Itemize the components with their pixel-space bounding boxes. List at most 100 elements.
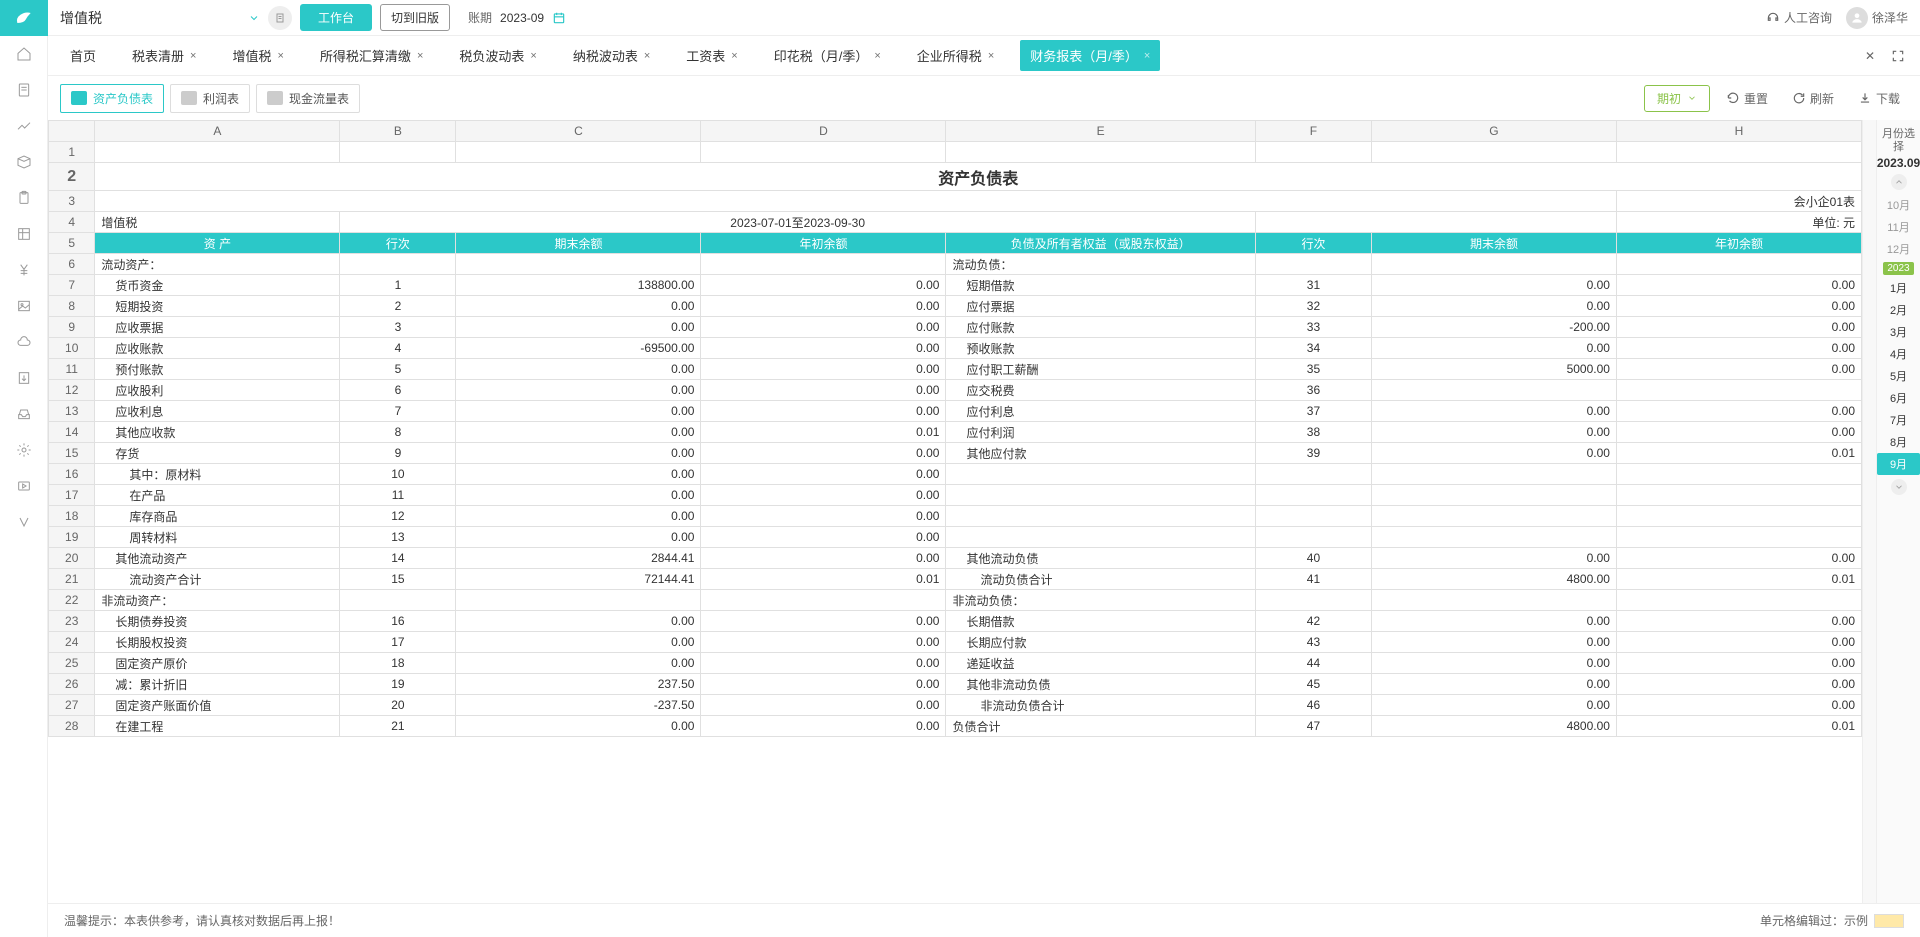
row-header[interactable]: 26 — [49, 674, 95, 695]
cell[interactable]: 流动负债： — [946, 254, 1255, 275]
cell[interactable]: 7 — [340, 401, 456, 422]
nav-settings-icon[interactable] — [0, 432, 48, 468]
user-menu[interactable]: 徐泽华 — [1846, 7, 1908, 29]
tab[interactable]: 税表清册× — [122, 40, 206, 71]
tab[interactable]: 企业所得税× — [907, 40, 1004, 71]
cell[interactable]: 0.01 — [1616, 443, 1861, 464]
calendar-icon[interactable] — [552, 11, 566, 25]
nav-home-icon[interactable] — [0, 36, 48, 72]
cell[interactable]: 15 — [340, 569, 456, 590]
nav-cloud-icon[interactable] — [0, 324, 48, 360]
cell[interactable] — [456, 142, 701, 163]
cell[interactable]: 0.00 — [456, 380, 701, 401]
cell[interactable] — [946, 142, 1255, 163]
cell[interactable]: 0.00 — [456, 422, 701, 443]
reset-button[interactable]: 重置 — [1718, 86, 1776, 111]
cell[interactable]: 0.00 — [456, 317, 701, 338]
cell[interactable] — [1371, 590, 1616, 611]
tab-close-icon[interactable]: × — [988, 50, 994, 62]
tab[interactable]: 增值税× — [222, 40, 293, 71]
cell[interactable]: 负债及所有者权益（或股东权益） — [946, 233, 1255, 254]
row-header[interactable]: 6 — [49, 254, 95, 275]
cell[interactable]: 0.00 — [1616, 338, 1861, 359]
cell[interactable]: 应收账款 — [95, 338, 340, 359]
cell[interactable]: 0.00 — [701, 674, 946, 695]
cell[interactable] — [1371, 527, 1616, 548]
nav-yen-icon[interactable] — [0, 252, 48, 288]
cell[interactable]: 0.00 — [1371, 443, 1616, 464]
row-header[interactable]: 24 — [49, 632, 95, 653]
cell[interactable]: 10 — [340, 464, 456, 485]
cell[interactable]: 38 — [1255, 422, 1371, 443]
cell[interactable]: 0.00 — [701, 611, 946, 632]
cell[interactable]: 0.00 — [701, 506, 946, 527]
cell[interactable]: 增值税 — [95, 212, 340, 233]
cell[interactable]: 0.00 — [701, 275, 946, 296]
tab[interactable]: 工资表× — [676, 40, 747, 71]
refresh-button[interactable]: 刷新 — [1784, 86, 1842, 111]
nav-form-icon[interactable] — [0, 216, 48, 252]
cell[interactable]: 0.00 — [701, 653, 946, 674]
cell[interactable]: 减：累计折旧 — [95, 674, 340, 695]
cell[interactable]: 会小企01表 — [1616, 191, 1861, 212]
cell[interactable]: 在产品 — [95, 485, 340, 506]
cell[interactable]: 36 — [1255, 380, 1371, 401]
cell[interactable] — [1371, 254, 1616, 275]
nav-inbox-icon[interactable] — [0, 396, 48, 432]
cell[interactable]: 0.00 — [1371, 674, 1616, 695]
cell[interactable] — [1616, 527, 1861, 548]
cell[interactable]: 其他应收款 — [95, 422, 340, 443]
cell[interactable]: 0.00 — [1371, 296, 1616, 317]
cell[interactable]: 1 — [340, 275, 456, 296]
row-header[interactable]: 25 — [49, 653, 95, 674]
cell[interactable] — [1616, 254, 1861, 275]
cell[interactable] — [1616, 506, 1861, 527]
month-item[interactable]: 11月 — [1887, 216, 1909, 238]
cell[interactable]: 应收票据 — [95, 317, 340, 338]
nav-chart-icon[interactable] — [0, 108, 48, 144]
cell[interactable]: 35 — [1255, 359, 1371, 380]
cell[interactable]: 负债合计 — [946, 716, 1255, 737]
cell[interactable]: 0.00 — [1371, 632, 1616, 653]
switch-old-button[interactable]: 切到旧版 — [380, 4, 450, 31]
nav-box-icon[interactable] — [0, 144, 48, 180]
cell[interactable]: 20 — [340, 695, 456, 716]
cell[interactable]: 在建工程 — [95, 716, 340, 737]
row-header[interactable]: 13 — [49, 401, 95, 422]
cell[interactable]: 34 — [1255, 338, 1371, 359]
row-header[interactable]: 27 — [49, 695, 95, 716]
row-header[interactable]: 3 — [49, 191, 95, 212]
cell[interactable]: 应付账款 — [946, 317, 1255, 338]
cell[interactable] — [1371, 380, 1616, 401]
cell[interactable]: 37 — [1255, 401, 1371, 422]
month-item[interactable]: 5月 — [1890, 365, 1907, 387]
cell[interactable]: 0.00 — [1616, 695, 1861, 716]
month-item[interactable]: 8月 — [1890, 431, 1907, 453]
col-header[interactable]: E — [946, 121, 1255, 142]
cell[interactable]: 0.00 — [1371, 695, 1616, 716]
cell[interactable]: 45 — [1255, 674, 1371, 695]
row-header[interactable]: 10 — [49, 338, 95, 359]
cell[interactable]: 其中：原材料 — [95, 464, 340, 485]
chevron-down-icon[interactable] — [248, 12, 260, 24]
cell[interactable]: 固定资产原价 — [95, 653, 340, 674]
cell[interactable]: 其他应付款 — [946, 443, 1255, 464]
nav-export-icon[interactable] — [0, 360, 48, 396]
cell[interactable]: 应付利息 — [946, 401, 1255, 422]
cell[interactable]: 4 — [340, 338, 456, 359]
vertical-scrollbar[interactable] — [1862, 120, 1876, 903]
cell[interactable]: 6 — [340, 380, 456, 401]
row-header[interactable]: 14 — [49, 422, 95, 443]
cell[interactable] — [1616, 464, 1861, 485]
tab-close-icon[interactable]: × — [644, 50, 650, 62]
cell[interactable]: 0.00 — [456, 464, 701, 485]
cell[interactable]: 4800.00 — [1371, 569, 1616, 590]
cell[interactable]: 0.00 — [1616, 611, 1861, 632]
cell[interactable]: 应付利润 — [946, 422, 1255, 443]
row-header[interactable]: 12 — [49, 380, 95, 401]
cell[interactable]: 0.00 — [701, 695, 946, 716]
cell[interactable]: 2 — [340, 296, 456, 317]
tab[interactable]: 首页 — [60, 40, 106, 71]
cell[interactable]: 41 — [1255, 569, 1371, 590]
cell[interactable] — [1255, 485, 1371, 506]
